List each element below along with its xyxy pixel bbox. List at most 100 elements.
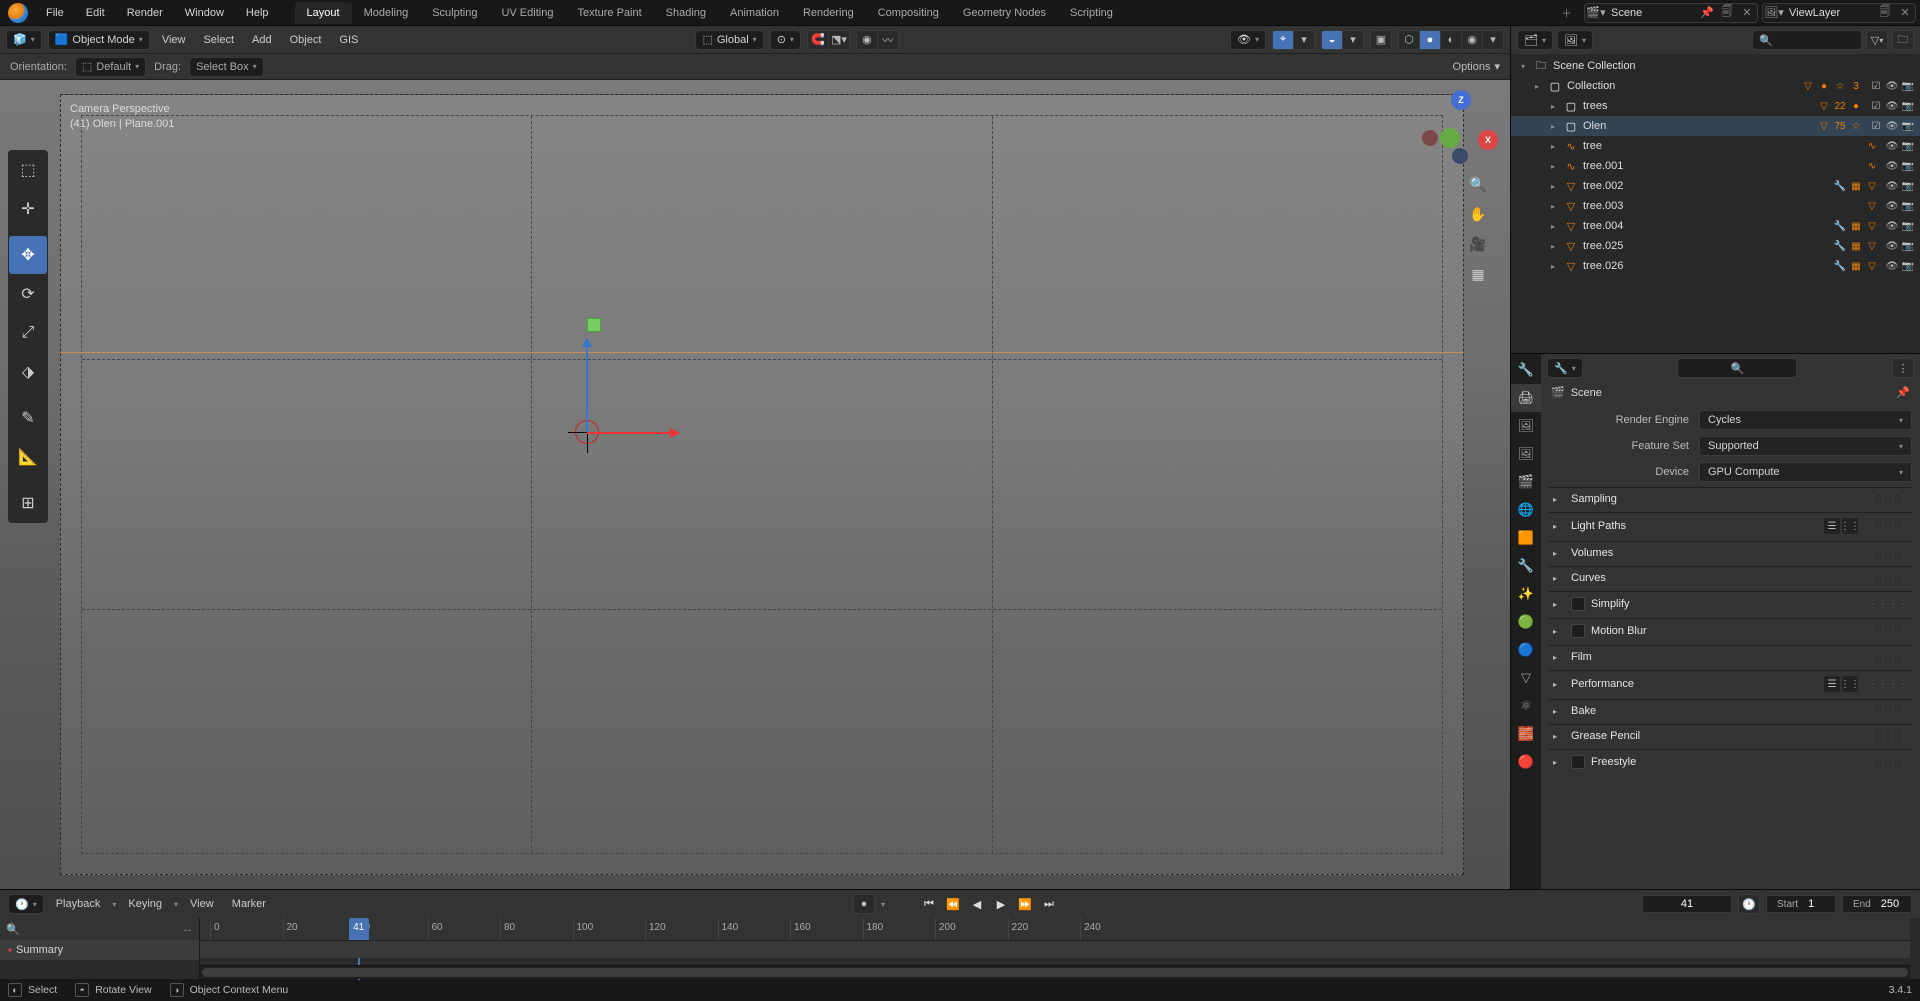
panel-header[interactable]: ▸Grease Pencil⋮⋮⋮⋮ [1549,725,1912,747]
check-toggle[interactable]: ☑ [1868,98,1884,114]
keying-menu[interactable]: Keying [122,896,168,912]
3d-viewport[interactable]: Camera Perspective (41) Olen | Plane.001… [0,80,1510,889]
tool-transform[interactable]: ⬗ [9,353,47,391]
property-tab-1[interactable]: 🖨 [1511,384,1541,412]
outliner-filter[interactable]: ▽▾ [1866,30,1888,50]
tool-measure[interactable]: 📐 [9,438,47,476]
autokey-toggle[interactable]: ● [853,894,875,914]
disclosure-icon[interactable]: ▸ [1553,495,1565,504]
cam-toggle[interactable]: 📷 [1900,78,1916,94]
workspace-tab-scripting[interactable]: Scripting [1058,2,1125,24]
property-tab-8[interactable]: ✨ [1511,580,1541,608]
outliner-row[interactable]: ▸∿tree.001∿👁📷 [1511,156,1920,176]
property-tab-6[interactable]: 🟧 [1511,524,1541,552]
disclosure-icon[interactable]: ▸ [1553,574,1565,583]
disclosure-icon[interactable]: ▸ [1553,758,1565,767]
eye-toggle[interactable]: 👁 [1884,78,1900,94]
gizmo-axis-z[interactable] [586,342,588,432]
outliner-row[interactable]: ▸▢Olen▽75☆☑👁📷 [1511,116,1920,136]
check-toggle[interactable]: ☑ [1868,118,1884,134]
eye-toggle[interactable]: 👁 [1884,258,1900,274]
pin-icon[interactable]: 📌 [1896,386,1910,399]
end-frame-field[interactable]: End250 [1842,895,1912,913]
playback-menu[interactable]: Playback [50,896,107,912]
jump-next-keyframe[interactable]: ⏩ [1013,894,1037,914]
eye-toggle[interactable]: 👁 [1884,218,1900,234]
eye-toggle[interactable]: 👁 [1884,98,1900,114]
grip-icon[interactable]: ⋮⋮⋮⋮ [1868,521,1908,532]
grip-icon[interactable]: ⋮⋮⋮⋮ [1868,548,1908,559]
property-tab-13[interactable]: 🧱 [1511,720,1541,748]
grip-icon[interactable]: ⋮⋮ [1842,518,1858,534]
disclosure-icon[interactable]: ▸ [1553,627,1565,636]
eye-toggle[interactable]: 👁 [1884,138,1900,154]
drag-dropdown[interactable]: Select Box▾ [189,57,264,77]
shading-rendered[interactable]: ◉ [1461,30,1483,50]
nav-axis-neg-z[interactable] [1452,148,1468,164]
grip-icon[interactable]: ⋮⋮⋮⋮ [1868,573,1908,584]
new-scene-button[interactable]: 🗐 [1717,3,1737,23]
cam-toggle[interactable]: 📷 [1900,178,1916,194]
disclosure-icon[interactable]: ▾ [1517,62,1529,71]
panel-header[interactable]: ▸Film⋮⋮⋮⋮ [1549,646,1912,668]
panel-checkbox[interactable] [1571,755,1585,769]
nav-axis-z[interactable]: Z [1451,90,1471,110]
timeline-editor-dropdown[interactable]: 🕐▾ [8,894,44,914]
gis-menu[interactable]: GIS [333,32,364,48]
play-button[interactable]: ▶ [989,894,1013,914]
grip-icon[interactable]: ⋮⋮⋮⋮ [1868,706,1908,717]
shading-options[interactable]: ▾ [1482,30,1504,50]
properties-options[interactable]: ⋮ [1892,358,1914,378]
scene-browse-icon[interactable]: 🎬▾ [1585,6,1607,19]
playhead[interactable]: 41 [349,918,369,940]
workspace-tab-layout[interactable]: Layout [295,2,352,24]
new-collection-button[interactable]: 🗀 [1892,30,1914,50]
xray-toggle[interactable]: ▣ [1370,30,1392,50]
overlays-toggle[interactable]: ◒ [1321,30,1343,50]
panel-header[interactable]: ▸Simplify⋮⋮⋮⋮ [1549,592,1912,616]
options-dropdown[interactable]: Options▾ [1453,60,1500,73]
shading-material[interactable]: ◐ [1440,30,1462,50]
timeline-scrollbar[interactable] [200,965,1910,979]
list-icon[interactable]: ☰ [1824,676,1840,692]
disclosure-icon[interactable]: ▸ [1553,732,1565,741]
delete-scene-button[interactable]: ✕ [1737,3,1757,23]
grip-icon[interactable]: ⋮⋮⋮⋮ [1868,599,1908,610]
delete-viewlayer-button[interactable]: ✕ [1895,3,1915,23]
pin-icon[interactable]: 📌 [1697,3,1717,23]
cam-toggle[interactable]: 📷 [1900,218,1916,234]
workspace-tab-animation[interactable]: Animation [718,2,791,24]
check-toggle[interactable]: ☑ [1868,78,1884,94]
property-tab-4[interactable]: 🎬 [1511,468,1541,496]
transform-gizmo[interactable] [555,360,675,480]
workspace-tab-modeling[interactable]: Modeling [352,2,421,24]
current-frame-field[interactable]: 41 [1642,895,1732,913]
panel-header[interactable]: ▸Performance☰⋮⋮⋮⋮⋮⋮ [1549,671,1912,697]
view-menu-tl[interactable]: View [184,896,220,912]
workspace-tab-uv-editing[interactable]: UV Editing [489,2,565,24]
marker-menu[interactable]: Marker [226,896,272,912]
jump-first-button[interactable]: ⏮ [917,894,941,914]
property-tab-10[interactable]: 🔵 [1511,636,1541,664]
nav-axis-x[interactable]: X [1478,130,1498,150]
zoom-button[interactable]: 🔍 [1466,172,1490,196]
shading-solid[interactable]: ● [1419,30,1441,50]
workspace-tab-geometry-nodes[interactable]: Geometry Nodes [951,2,1058,24]
menu-file[interactable]: File [36,3,74,23]
gizmo-axis-x[interactable] [587,432,677,434]
property-tab-5[interactable]: 🌐 [1511,496,1541,524]
view-menu[interactable]: View [156,32,192,48]
outliner-row[interactable]: ▸∿tree∿👁📷 [1511,136,1920,156]
panel-header[interactable]: ▸Bake⋮⋮⋮⋮ [1549,700,1912,722]
play-reverse-button[interactable]: ◀ [965,894,989,914]
property-tab-0[interactable]: 🔧 [1511,356,1541,384]
cam-toggle[interactable]: 📷 [1900,138,1916,154]
list-icon[interactable]: ☰ [1824,518,1840,534]
outliner-row[interactable]: ▸▽tree.003▽👁📷 [1511,196,1920,216]
disclosure-icon[interactable]: ▸ [1553,653,1565,662]
gizmo-toggle[interactable]: ⌖ [1272,30,1294,50]
tool-add-cube[interactable]: ⊞ [9,484,47,522]
outliner-editor-dropdown[interactable]: 🗂▾ [1517,30,1553,50]
outliner-search[interactable]: 🔍 [1752,30,1862,50]
disclosure-icon[interactable]: ▸ [1547,242,1559,251]
